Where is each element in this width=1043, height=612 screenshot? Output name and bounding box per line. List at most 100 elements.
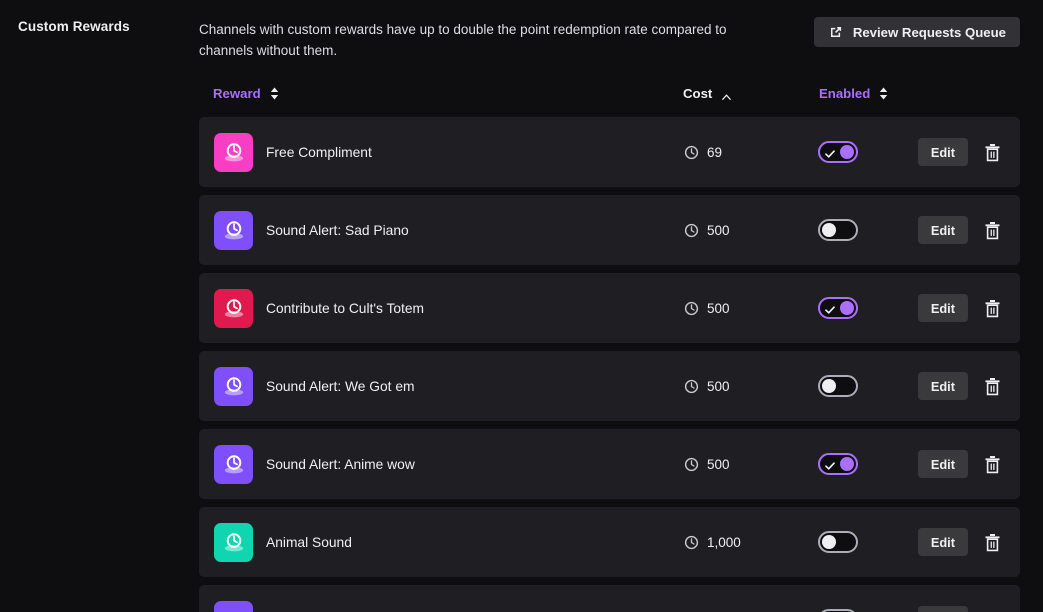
- enabled-cell: [818, 453, 858, 475]
- trash-icon: [984, 455, 1001, 474]
- enabled-toggle[interactable]: [818, 141, 858, 163]
- toggle-knob: [822, 379, 836, 393]
- trash-icon: [984, 533, 1001, 552]
- edit-button[interactable]: Edit: [917, 606, 968, 612]
- cost-cell: 500: [684, 457, 730, 472]
- column-header-cost[interactable]: Cost: [683, 82, 732, 104]
- delete-button[interactable]: [980, 529, 1004, 555]
- toggle-knob: [822, 223, 836, 237]
- check-icon: [825, 459, 835, 470]
- default-reward-icon: [214, 366, 253, 406]
- edit-button[interactable]: Edit: [917, 138, 968, 166]
- reward-cell: Sound Alert: Sad Piano: [214, 210, 409, 250]
- enabled-toggle[interactable]: [818, 375, 858, 397]
- trash-icon: [984, 377, 1001, 396]
- reward-name: Sound Alert: Anime wow: [266, 456, 415, 472]
- enabled-cell: [818, 531, 858, 553]
- table-row[interactable]: Contribute to Cult's Totem 500 Edit: [199, 273, 1020, 343]
- edit-button[interactable]: Edit: [917, 450, 968, 478]
- channel-points-icon: [684, 145, 699, 160]
- cost-value: 1,000: [707, 534, 741, 550]
- edit-button[interactable]: Edit: [917, 528, 968, 556]
- check-icon: [825, 147, 835, 158]
- default-reward-icon: [214, 210, 253, 250]
- column-headers: Reward Cost Enabled: [199, 80, 1020, 104]
- reward-name: Free Compliment: [266, 144, 372, 160]
- enabled-toggle[interactable]: [818, 531, 858, 553]
- delete-button[interactable]: [980, 217, 1004, 243]
- toggle-knob: [840, 457, 854, 471]
- enabled-toggle[interactable]: [818, 219, 858, 241]
- table-row[interactable]: Sound Alert: We Got em 500 Edit: [199, 351, 1020, 421]
- table-row[interactable]: Edit: [199, 585, 1020, 612]
- row-actions: Edit: [917, 216, 1004, 244]
- column-header-enabled[interactable]: Enabled: [819, 82, 888, 104]
- channel-points-icon: [684, 535, 699, 550]
- delete-button[interactable]: [980, 451, 1004, 477]
- reward-cell: Animal Sound: [214, 522, 352, 562]
- table-row[interactable]: Sound Alert: Sad Piano 500 Edit: [199, 195, 1020, 265]
- cost-cell: 1,000: [684, 535, 741, 550]
- enabled-toggle[interactable]: [818, 297, 858, 319]
- default-reward-icon: [214, 132, 253, 172]
- channel-points-icon: [684, 457, 699, 472]
- cost-value: 500: [707, 456, 730, 472]
- cost-value: 500: [707, 300, 730, 316]
- default-reward-icon: [214, 288, 253, 328]
- cost-value: 500: [707, 222, 730, 238]
- row-actions: Edit: [917, 528, 1004, 556]
- channel-points-icon: [684, 301, 699, 316]
- sort-updown-icon: [879, 87, 888, 100]
- delete-button[interactable]: [980, 373, 1004, 399]
- check-icon: [825, 303, 835, 314]
- table-row[interactable]: Sound Alert: Anime wow 500 Edit: [199, 429, 1020, 499]
- row-actions: Edit: [917, 450, 1004, 478]
- sort-up-icon: [721, 89, 732, 101]
- edit-button[interactable]: Edit: [917, 294, 968, 322]
- section-description: Channels with custom rewards have up to …: [199, 22, 727, 58]
- enabled-toggle[interactable]: [818, 453, 858, 475]
- default-reward-icon: [214, 522, 253, 562]
- table-row[interactable]: Free Compliment 69 Edit: [199, 117, 1020, 187]
- enabled-cell: [818, 141, 858, 163]
- delete-button[interactable]: [980, 139, 1004, 165]
- toggle-knob: [822, 535, 836, 549]
- reward-name: Contribute to Cult's Totem: [266, 300, 425, 316]
- page-title: Custom Rewards: [18, 19, 130, 34]
- column-header-reward[interactable]: Reward: [213, 82, 279, 104]
- enabled-cell: [818, 297, 858, 319]
- custom-rewards-table: Free Compliment 69 Edit Sound Alert: Sad…: [199, 117, 1020, 612]
- review-requests-queue-label: Review Requests Queue: [852, 24, 1006, 40]
- table-row[interactable]: Animal Sound 1,000 Edit: [199, 507, 1020, 577]
- enabled-cell: [818, 375, 858, 397]
- custom-rewards-page: Custom Rewards Channels with custom rewa…: [0, 0, 1043, 612]
- default-reward-icon: [214, 444, 253, 484]
- reward-name: Animal Sound: [266, 534, 352, 550]
- cost-cell: 69: [684, 145, 722, 160]
- trash-icon: [984, 143, 1001, 162]
- row-actions: Edit: [917, 372, 1004, 400]
- toggle-knob: [840, 301, 854, 315]
- cost-cell: 500: [684, 223, 730, 238]
- column-header-cost-label: Cost: [683, 85, 713, 101]
- row-actions: Edit: [917, 294, 1004, 322]
- edit-button[interactable]: Edit: [917, 216, 968, 244]
- trash-icon: [984, 299, 1001, 318]
- delete-button[interactable]: [980, 295, 1004, 321]
- sort-updown-icon: [270, 87, 279, 100]
- cost-cell: 500: [684, 301, 730, 316]
- reward-name: Sound Alert: Sad Piano: [266, 222, 409, 238]
- toggle-knob: [840, 145, 854, 159]
- row-actions: Edit: [917, 606, 1004, 612]
- delete-button[interactable]: [980, 607, 1004, 612]
- row-actions: Edit: [917, 138, 1004, 166]
- reward-cell: Sound Alert: We Got em: [214, 366, 415, 406]
- cost-cell: 500: [684, 379, 730, 394]
- enabled-cell: [818, 219, 858, 241]
- reward-cell: Free Compliment: [214, 132, 372, 172]
- edit-button[interactable]: Edit: [917, 372, 968, 400]
- external-link-icon: [828, 24, 844, 40]
- reward-cell: Sound Alert: Anime wow: [214, 444, 415, 484]
- channel-points-icon: [684, 223, 699, 238]
- review-requests-queue-button[interactable]: Review Requests Queue: [813, 17, 1020, 47]
